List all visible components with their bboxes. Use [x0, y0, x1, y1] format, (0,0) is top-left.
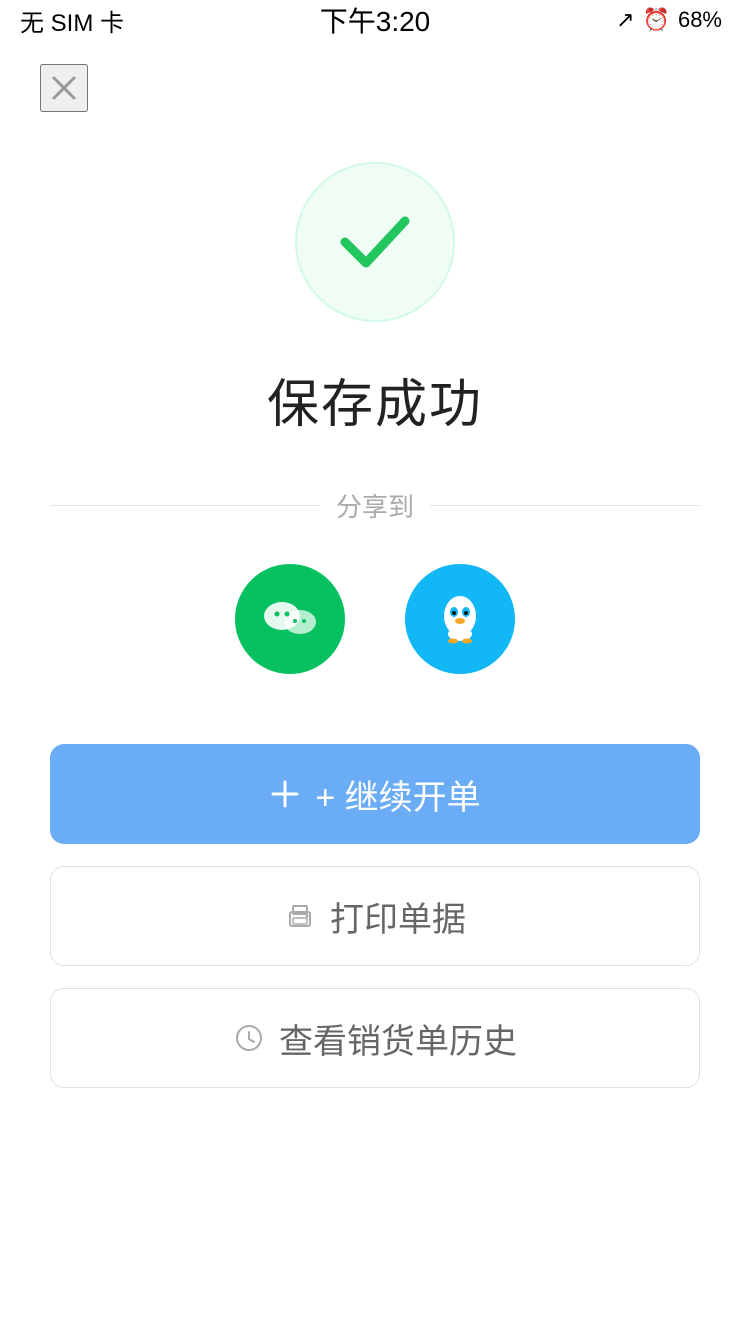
actions: + 继续开单 打印单据 查看销 [50, 744, 700, 1088]
continue-label: + 继续开单 [315, 770, 480, 819]
wechat-icon [255, 584, 325, 654]
checkmark-icon [330, 197, 420, 287]
share-label: 分享到 [336, 487, 414, 524]
success-icon-wrap [295, 162, 455, 322]
continue-button[interactable]: + 继续开单 [50, 744, 700, 844]
status-bar: 无 SIM 卡 下午3:20 ↗ ⏰ 68% [0, 0, 750, 40]
alarm-icon: ⏰ [643, 7, 670, 33]
share-divider-left [50, 505, 320, 506]
plus-icon [269, 778, 301, 810]
print-button[interactable]: 打印单据 [50, 866, 700, 966]
history-button[interactable]: 查看销货单历史 [50, 988, 700, 1088]
status-right: ↗ ⏰ 68% [616, 7, 730, 33]
battery-text: 68% [678, 7, 722, 33]
status-time: 下午3:20 [320, 0, 431, 40]
share-divider-row: 分享到 [50, 487, 700, 524]
clock-icon [233, 1022, 265, 1054]
qq-icon [427, 586, 493, 652]
share-section: 分享到 [50, 487, 700, 674]
qq-share-button[interactable] [405, 564, 515, 674]
history-label: 查看销货单历史 [279, 1014, 517, 1063]
close-button[interactable] [40, 64, 88, 112]
main-content: 保存成功 分享到 [0, 112, 750, 1334]
printer-icon [284, 900, 316, 932]
share-icons-row [50, 564, 700, 674]
location-icon: ↗ [616, 7, 634, 33]
carrier-text: 无 SIM 卡 [20, 3, 124, 38]
success-title: 保存成功 [267, 362, 483, 437]
wechat-share-button[interactable] [235, 564, 345, 674]
print-label: 打印单据 [330, 892, 466, 941]
status-left: 无 SIM 卡 [20, 3, 132, 38]
share-divider-right [430, 505, 700, 506]
